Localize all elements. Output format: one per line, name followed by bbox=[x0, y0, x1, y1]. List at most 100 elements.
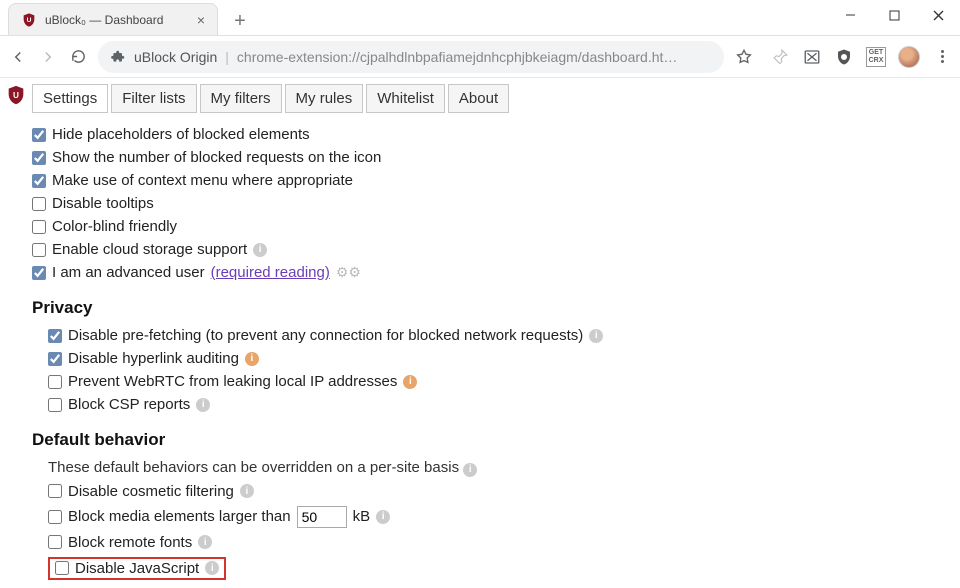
checkbox-webrtc[interactable] bbox=[48, 375, 62, 389]
opt-label: Block remote fonts bbox=[68, 534, 192, 551]
svg-text:U: U bbox=[27, 17, 32, 24]
noscript-icon[interactable] bbox=[802, 47, 822, 67]
forward-button[interactable] bbox=[38, 47, 58, 67]
minimize-button[interactable] bbox=[828, 0, 872, 30]
tab-my-rules[interactable]: My rules bbox=[285, 84, 364, 113]
warning-icon[interactable]: i bbox=[245, 352, 259, 366]
checkbox-color-blind[interactable] bbox=[32, 220, 46, 234]
opt-cloud-storage[interactable]: Enable cloud storage support i bbox=[32, 238, 952, 261]
profile-avatar[interactable] bbox=[898, 46, 920, 68]
opt-label: Block CSP reports bbox=[68, 396, 190, 413]
opt-hyperlink-auditing[interactable]: Disable hyperlink auditing i bbox=[48, 347, 952, 370]
omnibox-title: uBlock Origin bbox=[134, 49, 217, 65]
opt-remote-fonts[interactable]: Block remote fonts i bbox=[48, 531, 952, 554]
checkbox-csp[interactable] bbox=[48, 398, 62, 412]
opt-hide-placeholders[interactable]: Hide placeholders of blocked elements bbox=[32, 123, 952, 146]
media-unit: kB bbox=[353, 508, 371, 525]
checkbox-cosmetic-filtering[interactable] bbox=[48, 484, 62, 498]
checkbox-block-media[interactable] bbox=[48, 510, 62, 524]
opt-block-media[interactable]: Block media elements larger than kB i bbox=[48, 503, 952, 531]
tab-my-filters[interactable]: My filters bbox=[200, 84, 282, 113]
opt-disable-tooltips[interactable]: Disable tooltips bbox=[32, 192, 952, 215]
ublock-shield-icon: U bbox=[21, 12, 37, 28]
window-titlebar: U uBlock₀ — Dashboard × + bbox=[0, 0, 960, 36]
opt-label: Color-blind friendly bbox=[52, 218, 177, 235]
section-default-behavior: These default behaviors can be overridde… bbox=[32, 456, 952, 583]
opt-label: I am an advanced user bbox=[52, 264, 205, 281]
tab-settings[interactable]: Settings bbox=[32, 84, 108, 113]
section-privacy: Disable pre-fetching (to prevent any con… bbox=[32, 324, 952, 416]
ublock-ext-icon[interactable] bbox=[834, 47, 854, 67]
svg-text:U: U bbox=[13, 91, 19, 100]
checkbox-cloud-storage[interactable] bbox=[32, 243, 46, 257]
dashboard-content[interactable]: Settings Filter lists My filters My rule… bbox=[32, 78, 960, 588]
checkbox-context-menu[interactable] bbox=[32, 174, 46, 188]
info-icon[interactable]: i bbox=[463, 463, 477, 477]
opt-label: Block media elements larger than bbox=[68, 508, 291, 525]
checkbox-disable-tooltips[interactable] bbox=[32, 197, 46, 211]
dashboard-logo-column: U bbox=[0, 78, 32, 588]
opt-show-number[interactable]: Show the number of blocked requests on t… bbox=[32, 146, 952, 169]
get-crx-icon[interactable]: GET CRX bbox=[866, 47, 886, 67]
cogs-icon[interactable]: ⚙⚙ bbox=[336, 264, 361, 281]
window-controls bbox=[828, 0, 960, 30]
tab-whitelist[interactable]: Whitelist bbox=[366, 84, 445, 113]
tab-about[interactable]: About bbox=[448, 84, 509, 113]
opt-label: Make use of context menu where appropria… bbox=[52, 172, 353, 189]
opt-cosmetic-filtering[interactable]: Disable cosmetic filtering i bbox=[48, 480, 952, 503]
extensions-area: GET CRX bbox=[770, 46, 952, 68]
required-reading-link[interactable]: (required reading) bbox=[211, 264, 330, 281]
checkbox-show-number[interactable] bbox=[32, 151, 46, 165]
new-tab-button[interactable]: + bbox=[226, 7, 254, 35]
media-size-input[interactable] bbox=[297, 506, 347, 528]
checkbox-pre-fetching[interactable] bbox=[48, 329, 62, 343]
section-default-behavior-heading: Default behavior bbox=[32, 430, 952, 450]
back-button[interactable] bbox=[8, 47, 28, 67]
opt-webrtc[interactable]: Prevent WebRTC from leaking local IP add… bbox=[48, 370, 952, 393]
checkbox-remote-fonts[interactable] bbox=[48, 535, 62, 549]
opt-context-menu[interactable]: Make use of context menu where appropria… bbox=[32, 169, 952, 192]
opt-advanced-user[interactable]: I am an advanced user (required reading)… bbox=[32, 261, 952, 284]
info-icon[interactable]: i bbox=[589, 329, 603, 343]
star-icon[interactable] bbox=[734, 47, 754, 67]
reload-button[interactable] bbox=[68, 47, 88, 67]
dashboard-tabs: Settings Filter lists My filters My rule… bbox=[32, 84, 952, 113]
warning-icon[interactable]: i bbox=[403, 375, 417, 389]
browser-tab[interactable]: U uBlock₀ — Dashboard × bbox=[8, 3, 218, 35]
info-icon[interactable]: i bbox=[376, 510, 390, 524]
info-icon[interactable]: i bbox=[205, 561, 219, 575]
close-window-button[interactable] bbox=[916, 0, 960, 30]
opt-color-blind[interactable]: Color-blind friendly bbox=[32, 215, 952, 238]
opt-label: Disable pre-fetching (to prevent any con… bbox=[68, 327, 583, 344]
browser-tab-title: uBlock₀ — Dashboard bbox=[45, 13, 189, 27]
info-icon[interactable]: i bbox=[253, 243, 267, 257]
checkbox-hide-placeholders[interactable] bbox=[32, 128, 46, 142]
address-bar[interactable]: uBlock Origin | chrome-extension://cjpal… bbox=[98, 41, 724, 73]
browser-menu-button[interactable] bbox=[932, 50, 952, 63]
info-icon[interactable]: i bbox=[240, 484, 254, 498]
opt-disable-javascript[interactable]: Disable JavaScript i bbox=[48, 557, 226, 580]
tab-filter-lists[interactable]: Filter lists bbox=[111, 84, 196, 113]
info-icon[interactable]: i bbox=[196, 398, 210, 412]
section-privacy-heading: Privacy bbox=[32, 298, 952, 318]
note-text: These default behaviors can be overridde… bbox=[48, 459, 459, 476]
opt-label: Disable tooltips bbox=[52, 195, 154, 212]
default-behavior-note: These default behaviors can be overridde… bbox=[48, 456, 952, 480]
info-icon[interactable]: i bbox=[198, 535, 212, 549]
opt-label: Disable hyperlink auditing bbox=[68, 350, 239, 367]
opt-label: Hide placeholders of blocked elements bbox=[52, 126, 310, 143]
opt-label: Disable cosmetic filtering bbox=[68, 483, 234, 500]
close-icon[interactable]: × bbox=[197, 12, 205, 28]
opt-label: Prevent WebRTC from leaking local IP add… bbox=[68, 373, 397, 390]
opt-label: Disable JavaScript bbox=[75, 560, 199, 577]
opt-label: Show the number of blocked requests on t… bbox=[52, 149, 381, 166]
checkbox-hyperlink-auditing[interactable] bbox=[48, 352, 62, 366]
opt-csp[interactable]: Block CSP reports i bbox=[48, 393, 952, 416]
checkbox-disable-javascript[interactable] bbox=[55, 561, 69, 575]
browser-toolbar: uBlock Origin | chrome-extension://cjpal… bbox=[0, 36, 960, 78]
maximize-button[interactable] bbox=[872, 0, 916, 30]
checkbox-advanced-user[interactable] bbox=[32, 266, 46, 280]
pushpin-icon[interactable] bbox=[770, 47, 790, 67]
opt-pre-fetching[interactable]: Disable pre-fetching (to prevent any con… bbox=[48, 324, 952, 347]
ublock-shield-icon: U bbox=[5, 84, 27, 109]
